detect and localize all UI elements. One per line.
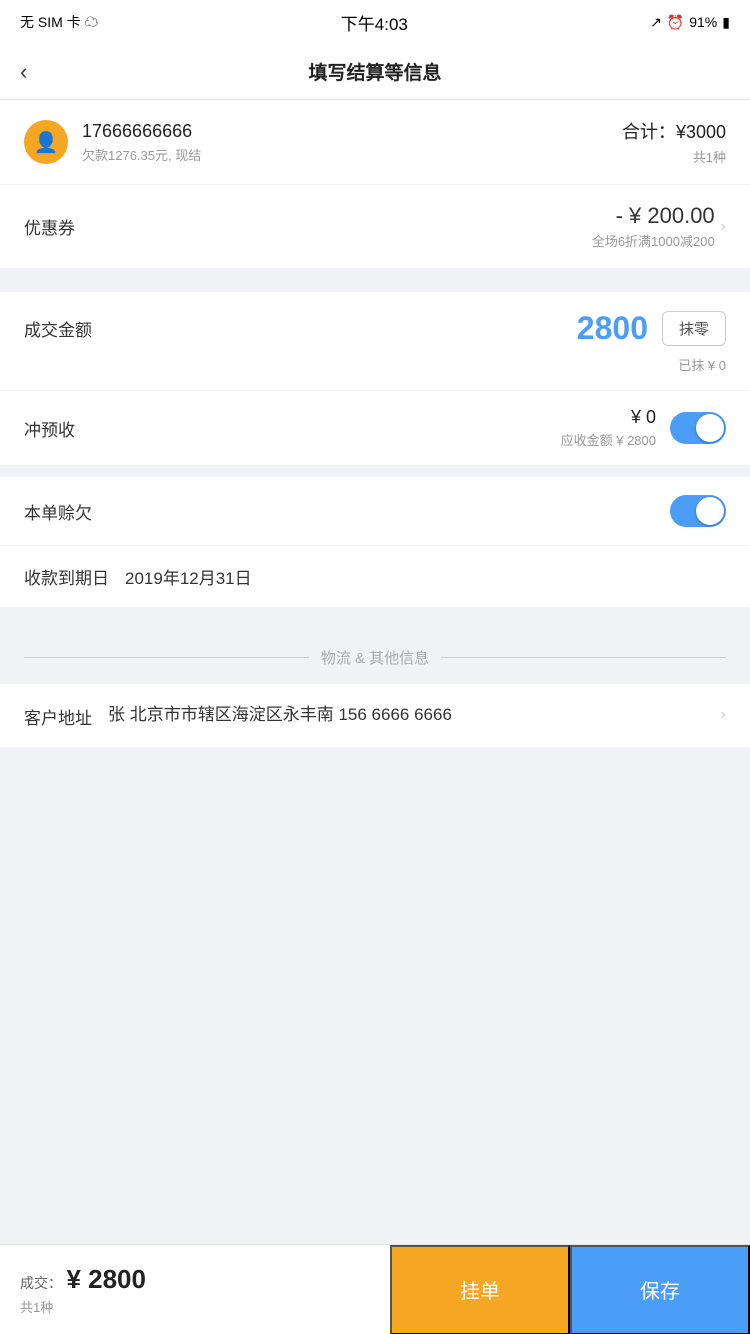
- coupon-discount: - ¥ 200.00: [592, 203, 715, 229]
- precollect-toggle[interactable]: [670, 412, 726, 444]
- logistics-line-right: [441, 657, 726, 658]
- customer-phone: 17666666666: [82, 121, 201, 142]
- duedate-row: 收款到期日 2019年12月31日: [0, 545, 750, 607]
- precollect-right: ¥ 0 应收金额 ¥ 2800: [561, 407, 726, 449]
- bottom-deal-count: 共1种: [20, 1297, 370, 1316]
- precollect-info: ¥ 0 应收金额 ¥ 2800: [561, 407, 656, 449]
- customer-row: 👤 17666666666 欠款1276.35元, 现结 合计：¥3000 共1…: [0, 100, 750, 185]
- precollect-label: 冲预收: [24, 416, 75, 441]
- alarm-icon: ⏰: [667, 14, 684, 31]
- content: 👤 17666666666 欠款1276.35元, 现结 合计：¥3000 共1…: [0, 100, 750, 1059]
- customer-info: 17666666666 欠款1276.35元, 现结: [82, 121, 201, 164]
- separator-1: [0, 280, 750, 292]
- logistics-title: 物流 & 其他信息: [321, 647, 429, 668]
- credit-toggle-knob: [696, 497, 724, 525]
- coupon-desc: 全场6折满1000减200: [592, 231, 715, 250]
- coupon-right: - ¥ 200.00 全场6折满1000减200 ›: [592, 203, 726, 250]
- customer-card: 👤 17666666666 欠款1276.35元, 现结 合计：¥3000 共1…: [0, 100, 750, 268]
- battery-label: 91%: [689, 14, 717, 30]
- precollect-sub: 应收金额 ¥ 2800: [561, 430, 656, 449]
- customer-right: 合计：¥3000 共1种: [622, 118, 726, 166]
- hang-button[interactable]: 挂单: [390, 1245, 570, 1334]
- toggle-knob: [696, 414, 724, 442]
- logistics-line-left: [24, 657, 309, 658]
- total-count: 共1种: [622, 147, 726, 166]
- amount-row: 成交金额 2800 抹零: [0, 292, 750, 355]
- coupon-label: 优惠券: [24, 214, 75, 239]
- precollect-row: 冲预收 ¥ 0 应收金额 ¥ 2800: [0, 390, 750, 465]
- deal-amount-sub: 已抹 ¥ 0: [0, 355, 750, 390]
- bottom-summary: 成交： ¥ 2800 共1种: [0, 1264, 390, 1316]
- round-button[interactable]: 抹零: [662, 311, 726, 346]
- total-value: ¥3000: [676, 122, 726, 142]
- bottom-spacer: [0, 759, 750, 959]
- customer-left: 👤 17666666666 欠款1276.35元, 现结: [24, 120, 201, 164]
- save-button[interactable]: 保存: [570, 1245, 750, 1334]
- address-row[interactable]: 客户地址 张 北京市市辖区海淀区永丰南 156 6666 6666 ›: [0, 684, 750, 747]
- sim-label: 无 SIM 卡 ☁: [20, 12, 99, 32]
- coupon-info: - ¥ 200.00 全场6折满1000减200: [592, 203, 715, 250]
- duedate-label: 收款到期日: [24, 564, 109, 589]
- status-right: ↗ ⏰ 91% ▮: [650, 14, 730, 31]
- credit-label: 本单赊欠: [24, 499, 92, 524]
- duedate-value: 2019年12月31日: [125, 564, 252, 589]
- logistics-header: 物流 & 其他信息: [0, 631, 750, 684]
- credit-row: 本单赊欠: [0, 477, 750, 545]
- avatar-icon: 👤: [34, 130, 59, 155]
- separator-3: [0, 619, 750, 631]
- address-label: 客户地址: [24, 704, 92, 729]
- bottom-deal-label: 成交：: [20, 1275, 62, 1291]
- bottom-deal-line: 成交： ¥ 2800: [20, 1264, 370, 1295]
- amount-section: 成交金额 2800 抹零 已抹 ¥ 0 冲预收 ¥ 0 应收金额 ¥ 2800: [0, 292, 750, 465]
- battery-icon: ▮: [722, 14, 730, 31]
- credit-section: 本单赊欠 收款到期日 2019年12月31日: [0, 477, 750, 607]
- deal-amount-label: 成交金额: [24, 316, 92, 341]
- nav-bar: ‹ 填写结算等信息: [0, 44, 750, 100]
- address-chevron-icon: ›: [721, 706, 726, 724]
- coupon-row[interactable]: 优惠券 - ¥ 200.00 全场6折满1000减200 ›: [0, 185, 750, 268]
- customer-debt: 欠款1276.35元, 现结: [82, 145, 201, 164]
- status-left: 无 SIM 卡 ☁: [20, 12, 99, 32]
- status-time: 下午4:03: [341, 10, 408, 35]
- total-amount: 合计：¥3000: [622, 118, 726, 144]
- bottom-bar: 成交： ¥ 2800 共1种 挂单 保存: [0, 1244, 750, 1334]
- page-title: 填写结算等信息: [308, 58, 441, 85]
- back-button[interactable]: ‹: [20, 59, 27, 85]
- avatar: 👤: [24, 120, 68, 164]
- address-value: 张 北京市市辖区海淀区永丰南 156 6666 6666: [108, 702, 721, 728]
- status-bar: 无 SIM 卡 ☁ 下午4:03 ↗ ⏰ 91% ▮: [0, 0, 750, 44]
- separator-2: [0, 465, 750, 477]
- total-label: 合计：: [622, 122, 676, 142]
- precollect-amount: ¥ 0: [561, 407, 656, 428]
- location-icon: ↗: [650, 14, 662, 31]
- credit-toggle[interactable]: [670, 495, 726, 527]
- coupon-chevron-icon: ›: [721, 218, 726, 236]
- bottom-deal-amount: ¥ 2800: [66, 1264, 146, 1294]
- address-section: 客户地址 张 北京市市辖区海淀区永丰南 156 6666 6666 ›: [0, 684, 750, 747]
- deal-amount-value: 2800: [577, 310, 648, 347]
- amount-right: 2800 抹零: [577, 310, 726, 347]
